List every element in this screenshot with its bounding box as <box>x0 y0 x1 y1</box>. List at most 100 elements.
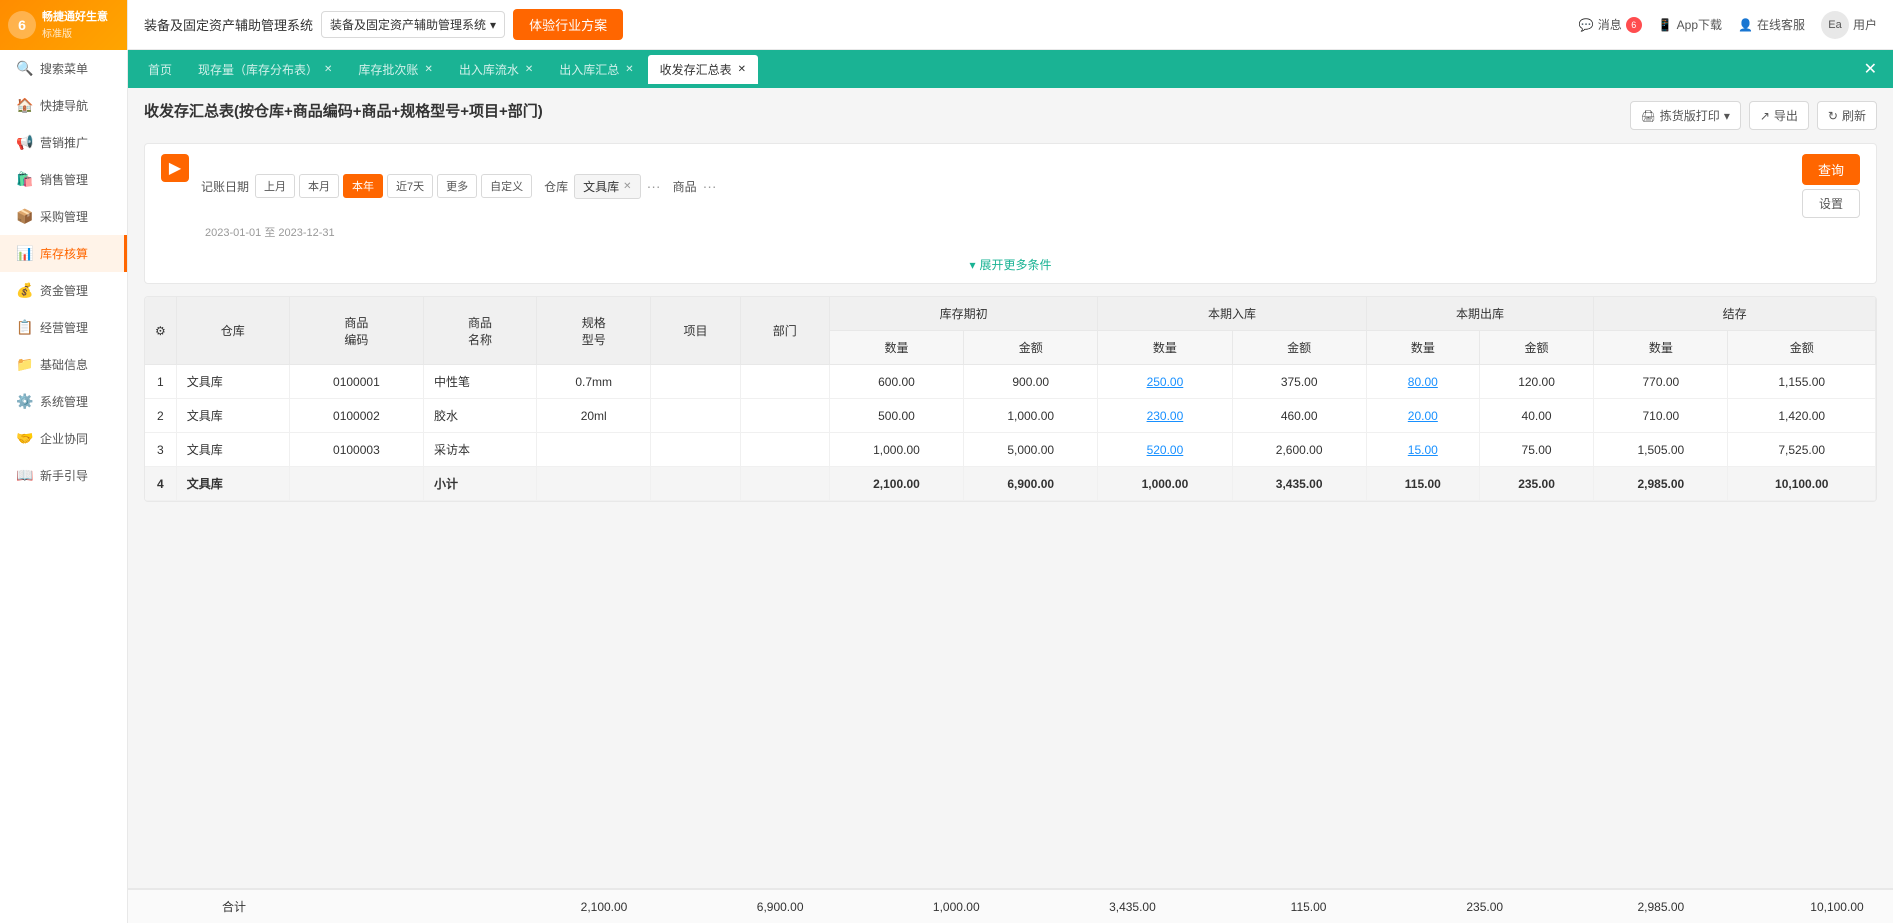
row-out-amt: 235.00 <box>1479 467 1593 501</box>
close-all-tabs[interactable]: ✕ <box>1856 59 1885 79</box>
user-item[interactable]: Ea 用户 <box>1821 11 1877 39</box>
tab-close-batch-ledger[interactable]: ✕ <box>424 64 432 75</box>
tab-close-recv-send-summary[interactable]: ✕ <box>738 64 746 75</box>
export-btn[interactable]: ↗ 导出 <box>1749 101 1809 130</box>
row-in-qty[interactable]: 250.00 <box>1098 365 1232 399</box>
expand-more-btn[interactable]: ▾ 展开更多条件 <box>969 256 1051 273</box>
query-btn[interactable]: 查询 <box>1802 154 1860 185</box>
mobile-icon: 📱 <box>1658 18 1673 32</box>
row-in-qty: 1,000.00 <box>1098 467 1232 501</box>
tab-batch-ledger[interactable]: 库存批次账✕ <box>346 55 444 84</box>
date-btn-近7天[interactable]: 近7天 <box>387 174 433 198</box>
logo-icon: 6 <box>8 11 36 39</box>
sidebar-item-operations[interactable]: 📋 经营管理 <box>0 309 127 346</box>
filter-toggle-btn[interactable]: ▶ <box>161 154 189 182</box>
settings-btn[interactable]: 设置 <box>1802 189 1860 218</box>
tab-home[interactable]: 首页 <box>136 55 184 84</box>
date-btn-自定义[interactable]: 自定义 <box>481 174 532 198</box>
sidebar-item-purchase[interactable]: 📦 采购管理 <box>0 198 127 235</box>
settings-icon[interactable]: ⚙ <box>155 324 166 338</box>
tab-in-out-flow[interactable]: 出入库流水 ✕ <box>447 55 545 84</box>
department-header: 部门 <box>740 297 829 365</box>
settings-column-header: ⚙ <box>145 297 176 365</box>
goods-more-btn[interactable]: ··· <box>703 178 717 194</box>
tab-label-inventory-dist: 现存量（库存分布表） <box>198 61 318 78</box>
sidebar-label-enterprise: 企业协同 <box>40 430 88 447</box>
row-opening-amt: 6,900.00 <box>964 467 1098 501</box>
row-closing-qty: 1,505.00 <box>1594 433 1728 467</box>
tab-recv-send-summary[interactable]: 收发存汇总表 ✕ <box>648 55 758 84</box>
tab-close-in-out-flow[interactable]: ✕ <box>525 64 533 75</box>
header-left: 装备及固定资产辅助管理系统 装备及固定资产辅助管理系统 ▾ 体验行业方案 <box>144 9 623 40</box>
row-out-qty[interactable]: 15.00 <box>1366 433 1479 467</box>
sidebar-item-marketing[interactable]: 📢 营销推广 <box>0 124 127 161</box>
new-guide-icon: 📖 <box>16 467 34 484</box>
row-in-amt: 2,600.00 <box>1232 433 1366 467</box>
print-btn[interactable]: 🖨 拣货版打印 ▾ <box>1630 101 1741 130</box>
opening-amt-header: 金额 <box>964 331 1098 365</box>
logo-text-group: 畅捷通好生意 标准版 <box>42 10 108 39</box>
footer-closing-amt: 10,100.00 <box>1797 900 1877 914</box>
warehouse-tag-close[interactable]: ✕ <box>623 181 631 192</box>
sidebar-item-sales[interactable]: 🛍️ 销售管理 <box>0 161 127 198</box>
user-label: 用户 <box>1853 16 1877 33</box>
sidebar-item-enterprise[interactable]: 🤝 企业协同 <box>0 420 127 457</box>
date-btn-本月[interactable]: 本月 <box>299 174 339 198</box>
row-closing-amt: 1,155.00 <box>1728 365 1876 399</box>
messages-item[interactable]: 💬 消息 6 <box>1579 16 1642 33</box>
row-closing-qty: 2,985.00 <box>1594 467 1728 501</box>
project-header: 项目 <box>651 297 740 365</box>
warehouse-label: 仓库 <box>544 178 568 195</box>
tab-label-in-out-flow: 出入库流水 <box>459 61 519 78</box>
opening-header: 库存期初 <box>829 297 1097 331</box>
row-spec: 20ml <box>537 399 651 433</box>
page-title: 收发存汇总表(按仓库+商品编码+商品+规格型号+项目+部门) <box>144 100 543 121</box>
sidebar-item-base-info[interactable]: 📁 基础信息 <box>0 346 127 383</box>
row-out-qty[interactable]: 80.00 <box>1366 365 1479 399</box>
spec-header: 规格型号 <box>537 297 651 365</box>
bell-icon: 💬 <box>1579 18 1594 32</box>
system-selector[interactable]: 装备及固定资产辅助管理系统 ▾ <box>321 11 505 38</box>
sidebar-item-inventory[interactable]: 📊 库存核算 <box>0 235 127 272</box>
date-btn-本年[interactable]: 本年 <box>343 174 383 198</box>
sidebar-label-search: 搜索菜单 <box>40 60 88 77</box>
refresh-btn[interactable]: ↻ 刷新 <box>1817 101 1877 130</box>
in-header: 本期入库 <box>1098 297 1366 331</box>
date-btn-上月[interactable]: 上月 <box>255 174 295 198</box>
row-out-qty[interactable]: 20.00 <box>1366 399 1479 433</box>
row-name: 胶水 <box>424 399 537 433</box>
page-actions: 🖨 拣货版打印 ▾ ↗ 导出 ↻ 刷新 <box>1630 101 1877 130</box>
tab-inventory-dist[interactable]: 现存量（库存分布表） ✕ <box>186 55 344 84</box>
tab-in-out-summary[interactable]: 出入库汇总✕ <box>547 55 645 84</box>
filter-bar: ▶ 记账日期 上月本月本年近7天更多自定义 仓库 文具库 ✕ <box>144 143 1877 284</box>
sidebar-item-search[interactable]: 🔍 搜索菜单 <box>0 50 127 87</box>
table-row: 4 文具库 小计 2,100.00 6,900.00 1,000.00 3,43… <box>145 467 1876 501</box>
table-row: 2 文具库 0100002 胶水 20ml 500.00 1,000.00 23… <box>145 399 1876 433</box>
row-in-qty[interactable]: 520.00 <box>1098 433 1232 467</box>
date-btn-更多[interactable]: 更多 <box>437 174 477 198</box>
sidebar-item-quick-nav[interactable]: 🏠 快捷导航 <box>0 87 127 124</box>
logo-title: 畅捷通好生意 <box>42 10 108 24</box>
tab-close-inventory-dist[interactable]: ✕ <box>324 64 332 75</box>
tab-label-home: 首页 <box>148 61 172 78</box>
sidebar-item-new-guide[interactable]: 📖 新手引导 <box>0 457 127 494</box>
export-icon: ↗ <box>1760 109 1770 123</box>
warehouse-more-btn[interactable]: ··· <box>647 178 661 194</box>
row-department <box>740 399 829 433</box>
online-service-item[interactable]: 👤 在线客服 <box>1738 16 1805 33</box>
row-closing-qty: 770.00 <box>1594 365 1728 399</box>
row-code: 0100002 <box>289 399 423 433</box>
row-spec <box>537 433 651 467</box>
sidebar-item-system[interactable]: ⚙️ 系统管理 <box>0 383 127 420</box>
tab-label-recv-send-summary: 收发存汇总表 <box>660 61 732 78</box>
sidebar-label-marketing: 营销推广 <box>40 134 88 151</box>
row-project <box>651 365 740 399</box>
row-in-qty[interactable]: 230.00 <box>1098 399 1232 433</box>
row-project <box>651 433 740 467</box>
refresh-icon: ↻ <box>1828 109 1838 123</box>
experience-btn[interactable]: 体验行业方案 <box>513 9 623 40</box>
footer-out-qty: 115.00 <box>1269 900 1349 914</box>
tab-close-in-out-summary[interactable]: ✕ <box>625 64 633 75</box>
app-download-item[interactable]: 📱 App下载 <box>1658 16 1722 33</box>
sidebar-item-finance[interactable]: 💰 资金管理 <box>0 272 127 309</box>
